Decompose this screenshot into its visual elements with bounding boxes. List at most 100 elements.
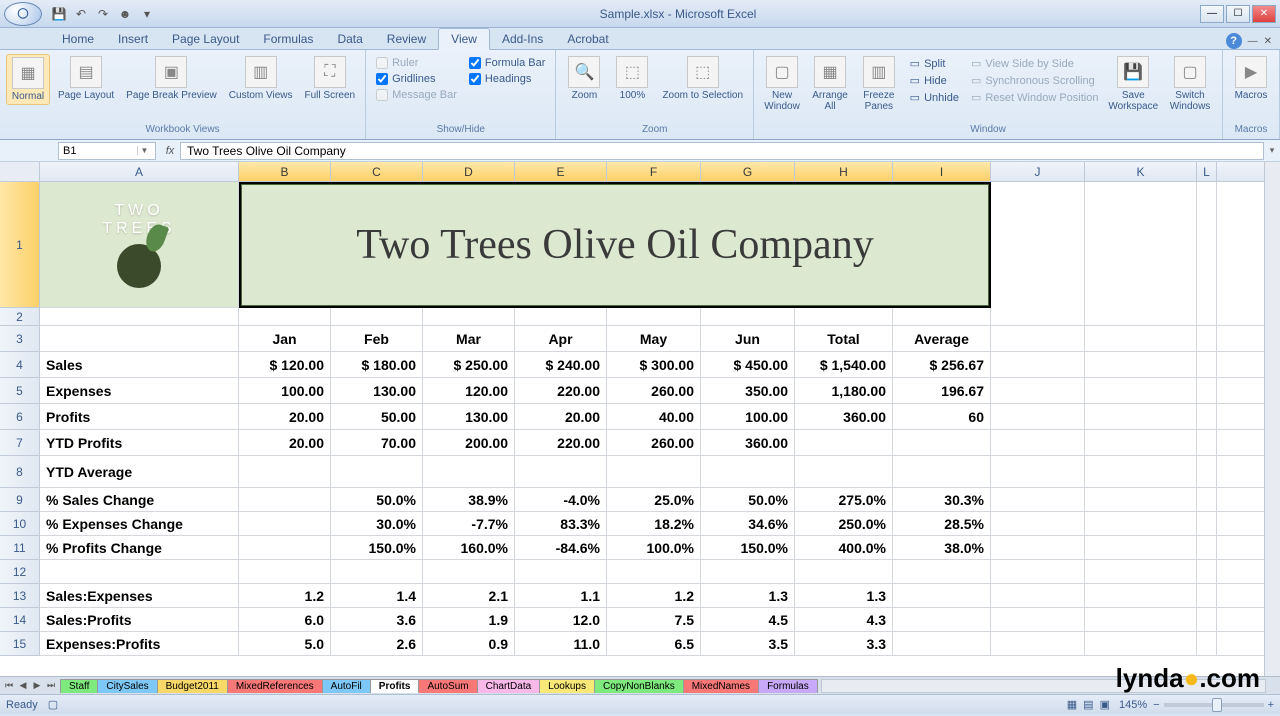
tab-acrobat[interactable]: Acrobat [555,29,620,49]
data-cell[interactable] [423,560,515,583]
data-cell[interactable] [239,560,331,583]
row-label[interactable]: Expenses [40,378,239,403]
sheet-tab-autosum[interactable]: AutoSum [418,679,477,693]
sheet-tab-copynonblanks[interactable]: CopyNonBlanks [594,679,684,693]
data-cell[interactable]: 20.00 [239,404,331,429]
data-cell[interactable] [795,308,893,325]
zoom-selection-button[interactable]: ⬚Zoom to Selection [658,54,747,103]
zoom-out-button[interactable]: − [1153,699,1159,711]
data-cell[interactable] [423,456,515,487]
data-cell[interactable]: 1.4 [331,584,423,607]
name-box[interactable]: B1▼ [58,142,156,160]
data-cell[interactable]: Apr [515,326,607,351]
data-cell[interactable]: $ 250.00 [423,352,515,377]
close-button[interactable]: ✕ [1252,5,1276,23]
row-header-11[interactable]: 11 [0,536,39,560]
data-cell[interactable]: 40.00 [607,404,701,429]
qat-custom-icon[interactable]: ☻ [116,5,134,23]
data-cell[interactable]: 38.0% [893,536,991,559]
data-cell[interactable]: 30.3% [893,488,991,511]
data-cell[interactable]: 60 [893,404,991,429]
row-label[interactable]: % Profits Change [40,536,239,559]
row-header-2[interactable]: 2 [0,308,39,326]
data-cell[interactable] [701,560,795,583]
data-cell[interactable]: 0.9 [423,632,515,655]
data-cell[interactable]: 150.0% [331,536,423,559]
select-all-corner[interactable] [0,162,40,182]
data-cell[interactable]: 12.0 [515,608,607,631]
row-header-9[interactable]: 9 [0,488,39,512]
data-cell[interactable] [893,430,991,455]
row-header-5[interactable]: 5 [0,378,39,404]
data-cell[interactable]: 20.00 [239,430,331,455]
page-layout-button[interactable]: ▤Page Layout [54,54,118,103]
data-cell[interactable]: 100.00 [239,378,331,403]
redo-icon[interactable]: ↷ [94,5,112,23]
col-header-C[interactable]: C [331,162,423,181]
arrange-all-button[interactable]: ▦Arrange All [808,54,852,114]
data-cell[interactable]: 11.0 [515,632,607,655]
sheet-tab-autofil[interactable]: AutoFil [322,679,371,693]
col-header-G[interactable]: G [701,162,795,181]
normal-view-button[interactable]: ▦Normal [6,54,50,105]
data-cell[interactable] [515,560,607,583]
row-header-15[interactable]: 15 [0,632,39,656]
data-cell[interactable]: 34.6% [701,512,795,535]
data-cell[interactable]: $ 240.00 [515,352,607,377]
col-header-I[interactable]: I [893,162,991,181]
data-cell[interactable]: 28.5% [893,512,991,535]
row-header-14[interactable]: 14 [0,608,39,632]
view-layout-icon[interactable]: ▤ [1080,698,1096,711]
data-cell[interactable] [795,430,893,455]
row-label[interactable]: Sales [40,352,239,377]
undo-icon[interactable]: ↶ [72,5,90,23]
macro-record-icon[interactable]: ▢ [48,698,58,711]
data-cell[interactable]: 5.0 [239,632,331,655]
vertical-scrollbar[interactable] [1264,162,1280,676]
data-cell[interactable]: 4.3 [795,608,893,631]
data-cell[interactable]: 25.0% [607,488,701,511]
row-label[interactable] [40,560,239,583]
zoom-button[interactable]: 🔍Zoom [562,54,606,103]
data-cell[interactable]: 4.5 [701,608,795,631]
data-cell[interactable] [607,560,701,583]
data-cell[interactable]: 3.5 [701,632,795,655]
sheet-tab-lookups[interactable]: Lookups [539,679,595,693]
data-cell[interactable]: 18.2% [607,512,701,535]
data-cell[interactable] [893,560,991,583]
data-cell[interactable] [331,456,423,487]
fx-button[interactable]: fx [160,145,180,157]
data-cell[interactable]: 38.9% [423,488,515,511]
company-title-cell[interactable]: Two Trees Olive Oil Company [239,182,991,308]
data-cell[interactable]: 250.0% [795,512,893,535]
data-cell[interactable] [795,456,893,487]
col-header-F[interactable]: F [607,162,701,181]
office-button[interactable]: ◯ [4,2,42,26]
unhide-button[interactable]: ▭ Unhide [910,90,959,105]
gridlines-checkbox[interactable]: Gridlines [376,72,457,86]
data-cell[interactable] [701,308,795,325]
data-cell[interactable]: 100.0% [607,536,701,559]
sheet-tab-profits[interactable]: Profits [370,679,420,693]
data-cell[interactable]: 150.0% [701,536,795,559]
freeze-panes-button[interactable]: ▥Freeze Panes [856,54,902,114]
data-cell[interactable]: $ 1,540.00 [795,352,893,377]
tab-nav-prev-icon[interactable]: ◀ [16,679,30,693]
switch-windows-button[interactable]: ▢Switch Windows [1164,54,1216,114]
row-label[interactable]: Sales:Expenses [40,584,239,607]
name-box-dropdown-icon[interactable]: ▼ [137,146,151,155]
qat-dropdown-icon[interactable]: ▾ [138,5,156,23]
data-cell[interactable] [607,456,701,487]
data-cell[interactable]: 1.2 [239,584,331,607]
maximize-button[interactable]: ☐ [1226,5,1250,23]
data-cell[interactable]: 360.00 [795,404,893,429]
data-cell[interactable]: 3.3 [795,632,893,655]
data-cell[interactable]: $ 300.00 [607,352,701,377]
data-cell[interactable] [893,308,991,325]
tab-nav-next-icon[interactable]: ▶ [30,679,44,693]
data-cell[interactable]: $ 120.00 [239,352,331,377]
data-cell[interactable]: Total [795,326,893,351]
minimize-button[interactable]: — [1200,5,1224,23]
data-cell[interactable]: 1,180.00 [795,378,893,403]
data-cell[interactable]: 70.00 [331,430,423,455]
